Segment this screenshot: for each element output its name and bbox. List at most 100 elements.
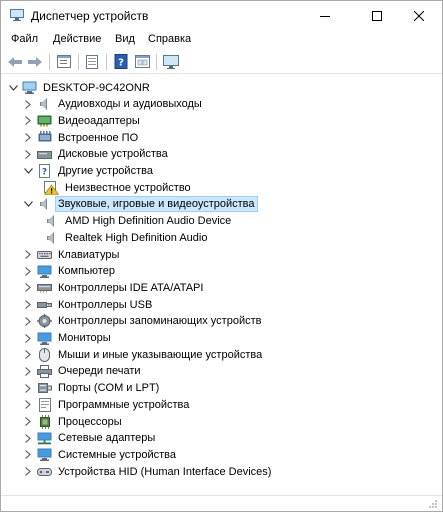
chevron-right-icon[interactable] xyxy=(23,266,33,276)
chevron-right-icon[interactable] xyxy=(23,400,33,410)
system-icon xyxy=(37,448,52,462)
speaker-icon xyxy=(44,214,59,228)
tree-category-item[interactable]: Процессоры xyxy=(23,413,124,430)
tree-item-label: Устройства HID (Human Interface Devices) xyxy=(58,465,272,478)
update-driver-icon[interactable] xyxy=(83,53,101,70)
tree-device-item[interactable]: Неизвестное устройство xyxy=(44,179,193,196)
tree-category-item[interactable]: Устройства HID (Human Interface Devices) xyxy=(23,463,273,480)
tree-category-item[interactable]: ? Другие устройства xyxy=(23,163,155,180)
display-adapter-icon xyxy=(37,114,52,128)
tree-category-item[interactable]: Порты (COM и LPT) xyxy=(23,380,161,397)
tree-category-item[interactable]: Сетевые адаптеры xyxy=(23,430,157,447)
tree-category-item[interactable]: Мониторы xyxy=(23,330,113,347)
chevron-right-icon[interactable] xyxy=(23,417,33,427)
maximize-button[interactable] xyxy=(354,1,400,30)
menu-view[interactable]: Вид xyxy=(115,33,135,45)
tree-category-item[interactable]: Аудиовходы и аудиовыходы xyxy=(23,96,204,113)
chevron-down-icon[interactable] xyxy=(8,83,18,93)
usb-icon xyxy=(37,298,52,312)
chevron-right-icon[interactable] xyxy=(23,250,33,260)
chevron-right-icon[interactable] xyxy=(23,316,33,326)
tree-item-label: Контроллеры запоминающих устройств xyxy=(58,315,262,328)
tree-item-label: AMD High Definition Audio Device xyxy=(65,215,232,228)
menu-help[interactable]: Справка xyxy=(148,33,191,45)
tree-item-label: Очереди печати xyxy=(58,365,141,378)
resize-grip-icon[interactable] xyxy=(428,499,438,509)
tree-item-label: Встроенное ПО xyxy=(58,131,139,144)
ide-icon xyxy=(37,281,52,295)
properties-icon[interactable] xyxy=(55,53,73,70)
menu-action[interactable]: Действие xyxy=(53,33,101,45)
chevron-right-icon[interactable] xyxy=(23,450,33,460)
tree-category-item[interactable]: Мыши и иные указывающие устройства xyxy=(23,346,264,363)
tree-category-item[interactable]: Встроенное ПО xyxy=(23,129,140,146)
tree-item-label: Realtek High Definition Audio xyxy=(65,231,208,244)
chevron-right-icon[interactable] xyxy=(23,99,33,109)
device-manager-window: Диспетчер устройств Файл Действие Вид Сп… xyxy=(0,0,443,512)
tree-item-label: Сетевые адаптеры xyxy=(58,432,156,445)
toolbar-separator xyxy=(49,54,50,70)
show-hidden-icon[interactable] xyxy=(133,53,151,70)
tree-category-item[interactable]: Клавиатуры xyxy=(23,246,121,263)
title-bar[interactable]: Диспетчер устройств xyxy=(1,1,442,30)
tree-category-item[interactable]: Видеоадаптеры xyxy=(23,112,142,129)
chevron-right-icon[interactable] xyxy=(23,333,33,343)
software-device-icon xyxy=(37,397,52,412)
tree-item-label: Контроллеры USB xyxy=(58,298,153,311)
tree-item-label: Мониторы xyxy=(58,332,111,344)
tree-item-label: Компьютер xyxy=(58,265,115,278)
tree-category-item[interactable]: Программные устройства xyxy=(23,396,191,413)
tree-category-item[interactable]: Контроллеры IDE ATA/ATAPI xyxy=(23,279,205,296)
tree-category-item[interactable]: Системные устройства xyxy=(23,446,178,463)
minimize-button[interactable] xyxy=(302,1,348,30)
chevron-right-icon[interactable] xyxy=(23,133,33,143)
disk-icon xyxy=(37,147,52,161)
tree-category-item[interactable]: Дисковые устройства xyxy=(23,146,170,163)
port-icon xyxy=(37,381,52,395)
tree-item-label: Аудиовходы и аудиовыходы xyxy=(58,98,202,111)
close-button[interactable] xyxy=(396,1,442,30)
chevron-right-icon[interactable] xyxy=(23,383,33,393)
tree-device-item[interactable]: Realtek High Definition Audio xyxy=(44,229,209,246)
tree-item-label: Дисковые устройства xyxy=(58,148,168,161)
monitor-icon xyxy=(37,331,52,345)
toolbar-separator xyxy=(78,54,79,70)
device-tree[interactable]: DESKTOP-9C42ONR Аудиовходы и аудиовыходы… xyxy=(1,77,442,487)
svg-text:?: ? xyxy=(41,168,46,178)
chevron-right-icon[interactable] xyxy=(23,350,33,360)
chevron-right-icon[interactable] xyxy=(23,300,33,310)
menu-file[interactable]: Файл xyxy=(11,33,38,45)
tree-category-item[interactable]: Звуковые, игровые и видеоустройства xyxy=(23,196,258,213)
scan-hardware-icon[interactable] xyxy=(162,53,180,70)
tree-item-label: Системные устройства xyxy=(58,448,177,461)
monitor-icon xyxy=(37,264,52,278)
help-icon[interactable]: ? xyxy=(112,53,130,70)
chevron-right-icon[interactable] xyxy=(23,149,33,159)
status-bar xyxy=(1,495,442,511)
forward-icon[interactable] xyxy=(26,53,44,70)
tree-item-label: Видеоадаптеры xyxy=(58,114,140,127)
mouse-icon xyxy=(37,347,52,362)
tree-category-item[interactable]: Очереди печати xyxy=(23,363,143,380)
chevron-right-icon[interactable] xyxy=(23,283,33,293)
chevron-right-icon[interactable] xyxy=(23,433,33,443)
chevron-right-icon[interactable] xyxy=(23,366,33,376)
tree-root[interactable]: DESKTOP-9C42ONR xyxy=(8,79,152,96)
tree-item-label: Программные устройства xyxy=(58,398,190,411)
chevron-right-icon[interactable] xyxy=(23,467,33,477)
back-icon[interactable] xyxy=(6,53,24,70)
chevron-down-icon[interactable] xyxy=(23,166,33,176)
firmware-icon xyxy=(37,131,52,145)
network-icon xyxy=(37,431,52,445)
tree-item-label: Клавиатуры xyxy=(58,248,120,261)
tree-device-item[interactable]: AMD High Definition Audio Device xyxy=(44,213,233,230)
chevron-down-icon[interactable] xyxy=(23,199,33,209)
warning-icon xyxy=(44,180,59,195)
tree-root-label: DESKTOP-9C42ONR xyxy=(43,81,150,94)
toolbar-separator xyxy=(156,54,157,70)
tree-item-label: Мыши и иные указывающие устройства xyxy=(58,348,263,361)
tree-category-item[interactable]: Контроллеры запоминающих устройств xyxy=(23,313,263,330)
chevron-right-icon[interactable] xyxy=(23,116,33,126)
tree-category-item[interactable]: Компьютер xyxy=(23,263,117,280)
tree-category-item[interactable]: Контроллеры USB xyxy=(23,296,154,313)
